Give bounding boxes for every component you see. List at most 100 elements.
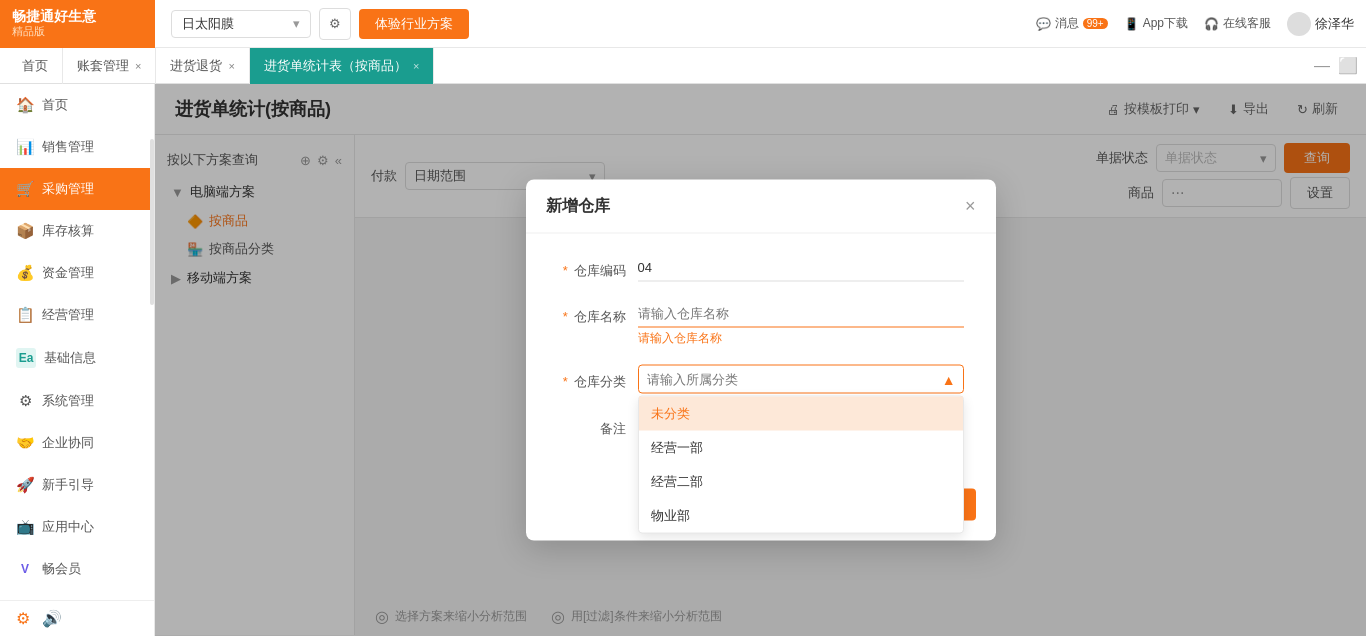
dialog-close-icon[interactable]: ×: [965, 196, 976, 217]
headphone-icon: 🎧: [1204, 17, 1219, 31]
app-download-item[interactable]: 📱 App下载: [1124, 15, 1188, 32]
name-error-msg: 请输入仓库名称: [638, 330, 964, 347]
logo-sub: 精品版: [12, 24, 96, 39]
dropdown-option-unclassified[interactable]: 未分类: [639, 397, 963, 431]
vip-icon: V: [16, 560, 34, 578]
sidebar-item-sales[interactable]: 📊 销售管理: [0, 126, 154, 168]
sales-icon: 📊: [16, 138, 34, 156]
form-row-name: * 仓库名称 请输入仓库名称: [558, 300, 964, 347]
tab-accounts[interactable]: 账套管理 ×: [63, 48, 156, 84]
sidebar-item-system[interactable]: ⚙ 系统管理: [0, 380, 154, 422]
store-selector[interactable]: 日太阳膜 ▾: [171, 10, 311, 38]
sidebar-item-inventory[interactable]: 📦 库存核算: [0, 210, 154, 252]
code-label: * 仓库编码: [558, 254, 638, 280]
sidebar-label-basic: 基础信息: [44, 349, 96, 367]
name-label-text: 仓库名称: [574, 309, 626, 324]
sidebar-label-guide: 新手引导: [42, 476, 94, 494]
logo-area: 畅捷通好生意 精品版: [0, 0, 155, 48]
sidebar-item-home[interactable]: 🏠 首页: [0, 84, 154, 126]
tab-purchase-stats-close-icon[interactable]: ×: [413, 60, 419, 72]
sidebar-item-apps[interactable]: 📺 应用中心: [0, 506, 154, 548]
sidebar-item-guide[interactable]: 🚀 新手引导: [0, 464, 154, 506]
sidebar-item-finance[interactable]: 💰 资金管理: [0, 252, 154, 294]
sidebar-label-sales: 销售管理: [42, 138, 94, 156]
sidebar-item-vip[interactable]: V 畅会员: [0, 548, 154, 590]
tab-maximize-icon[interactable]: ⬜: [1338, 56, 1358, 75]
name-input-wrap: 请输入仓库名称: [638, 300, 964, 347]
settings-icon[interactable]: ⚙: [319, 8, 351, 40]
tab-purchase-return-close-icon[interactable]: ×: [228, 60, 234, 72]
warehouse-name-input[interactable]: [638, 300, 964, 328]
user-name: 徐泽华: [1315, 15, 1354, 33]
sidebar-label-finance: 资金管理: [42, 264, 94, 282]
category-dropdown-list: 未分类 经营一部 经营二部 物业部: [638, 396, 964, 534]
category-dropdown-input[interactable]: [638, 365, 964, 394]
tab-accounts-close-icon[interactable]: ×: [135, 60, 141, 72]
category-dropdown: ▲ 未分类 经营一部 经营二部 物业部: [638, 365, 964, 394]
category-required-star: *: [563, 374, 568, 389]
content-area: 进货单统计(按商品) 🖨 按模板打印 ▾ ⬇ 导出 ↻ 刷新: [155, 84, 1366, 636]
logo-name: 畅捷通好生意: [12, 8, 96, 25]
sidebar-label-system: 系统管理: [42, 392, 94, 410]
sidebar-scrollbar: [150, 139, 154, 305]
category-dropdown-arrow-icon[interactable]: ▲: [942, 371, 956, 387]
dropdown-option-dept1[interactable]: 经营一部: [639, 431, 963, 465]
message-item[interactable]: 💬 消息 99+: [1036, 15, 1108, 32]
message-badge: 99+: [1083, 18, 1108, 29]
message-label: 消息: [1055, 15, 1079, 32]
sidebar-label-collab: 企业协同: [42, 434, 94, 452]
apps-icon: 📺: [16, 518, 34, 536]
warehouse-code-input[interactable]: [638, 254, 964, 282]
store-arrow-icon: ▾: [293, 16, 300, 31]
inventory-icon: 📦: [16, 222, 34, 240]
dialog-title: 新增仓库: [546, 196, 965, 217]
sidebar-item-basic[interactable]: Ea 基础信息: [0, 336, 154, 380]
sidebar-item-purchase[interactable]: 🛒 采购管理: [0, 168, 154, 210]
sidebar-label-inventory: 库存核算: [42, 222, 94, 240]
app-download-label: App下载: [1143, 15, 1188, 32]
store-name: 日太阳膜: [182, 15, 289, 33]
sidebar-item-collab[interactable]: 🤝 企业协同: [0, 422, 154, 464]
purchase-icon: 🛒: [16, 180, 34, 198]
home-icon: 🏠: [16, 96, 34, 114]
dropdown-option-dept2[interactable]: 经营二部: [639, 465, 963, 499]
operation-icon: 📋: [16, 306, 34, 324]
sidebar-label-operation: 经营管理: [42, 306, 94, 324]
top-header: 畅捷通好生意 精品版 日太阳膜 ▾ ⚙ 体验行业方案 💬 消息 99+ 📱 Ap…: [0, 0, 1366, 48]
sidebar-label-home: 首页: [42, 96, 68, 114]
add-warehouse-dialog: 新增仓库 × * 仓库编码 *: [526, 180, 996, 541]
online-service-item[interactable]: 🎧 在线客服: [1204, 15, 1271, 32]
code-required-star: *: [563, 263, 568, 278]
trial-button[interactable]: 体验行业方案: [359, 9, 469, 39]
sidebar-label-vip: 畅会员: [42, 560, 81, 578]
tab-purchase-return[interactable]: 进货退货 ×: [156, 48, 249, 84]
code-input-wrap: [638, 254, 964, 282]
online-service-label: 在线客服: [1223, 15, 1271, 32]
dropdown-option-property[interactable]: 物业部: [639, 499, 963, 533]
user-item[interactable]: 徐泽华: [1287, 12, 1354, 36]
tab-home-label: 首页: [22, 57, 48, 75]
category-label-text: 仓库分类: [574, 374, 626, 389]
dialog-body: * 仓库编码 * 仓库名称 请输入仓库名称: [526, 234, 996, 489]
tab-purchase-stats[interactable]: 进货单统计表（按商品） ×: [250, 48, 434, 84]
form-row-category: * 仓库分类 ▲ 未分类 经营一部 经营二部 物业部: [558, 365, 964, 394]
code-label-text: 仓库编码: [574, 263, 626, 278]
category-input-wrap: ▲ 未分类 经营一部 经营二部 物业部: [638, 365, 964, 394]
tab-home[interactable]: 首页: [8, 48, 63, 84]
settings-bottom-icon[interactable]: ⚙: [16, 609, 30, 628]
tab-bar: 首页 账套管理 × 进货退货 × 进货单统计表（按商品） × — ⬜: [0, 48, 1366, 84]
collab-icon: 🤝: [16, 434, 34, 452]
app-icon: 📱: [1124, 17, 1139, 31]
name-required-star: *: [563, 309, 568, 324]
tab-actions: — ⬜: [1314, 56, 1358, 75]
sidebar-label-apps: 应用中心: [42, 518, 94, 536]
sidebar-item-operation[interactable]: 📋 经营管理: [0, 294, 154, 336]
sidebar-label-purchase: 采购管理: [42, 180, 94, 198]
sidebar: 🏠 首页 📊 销售管理 🛒 采购管理 📦 库存核算 💰 资金管理 📋 经营管理 …: [0, 84, 155, 636]
guide-icon: 🚀: [16, 476, 34, 494]
tab-accounts-label: 账套管理: [77, 57, 129, 75]
tab-minimize-icon[interactable]: —: [1314, 57, 1330, 75]
remark-label: 备注: [558, 412, 638, 438]
finance-icon: 💰: [16, 264, 34, 282]
speaker-icon[interactable]: 🔊: [42, 609, 62, 628]
